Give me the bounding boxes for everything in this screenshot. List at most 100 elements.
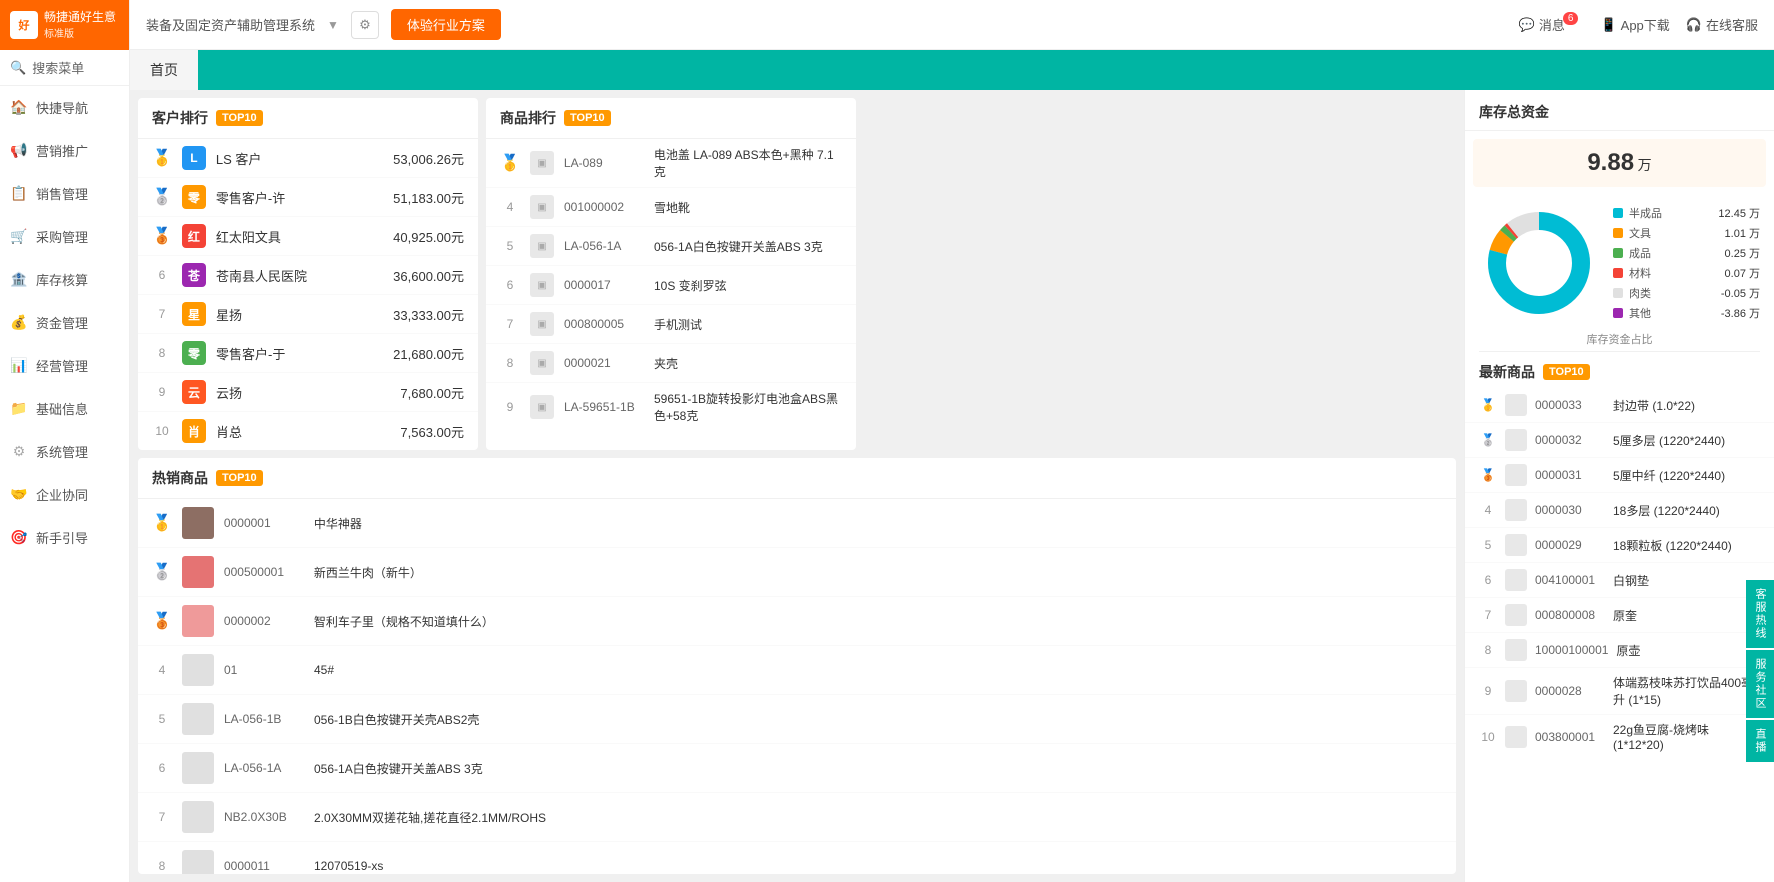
new-prod-row-4: 4 0000030 18多层 (1220*2440) [1465,493,1774,528]
prod-rank-row-6: 8 ▣ 0000021 夹壳 [486,344,856,383]
sidebar-item-shortcuts[interactable]: 🏠 快捷导航 [0,86,129,129]
customer-name-8: 肖总 [216,422,390,441]
customer-avatar-6: 零 [182,341,206,365]
settings-button[interactable]: ⚙ [351,11,379,39]
legend-name-5: 其他 [1629,305,1715,321]
customer-amount-5: 33,333.00元 [393,305,464,324]
inventory-total: 9.88 万 [1473,139,1766,187]
float-customer-service-btn[interactable]: 客服热线 [1746,580,1774,648]
sidebar-item-purchase[interactable]: 🛒 采购管理 [0,215,129,258]
hot-prod-row-3: 🥉 0000002 智利车子里（规格不知道填什么） [138,597,1456,646]
try-button[interactable]: 体验行业方案 [391,9,501,40]
customer-avatar-3: 红 [182,224,206,248]
new-prod-row-10: 10 003800001 22g鱼豆腐-烧烤味 (1*12*20) [1465,715,1774,758]
marketing-icon: 📢 [10,142,28,160]
inventory-legend: 半成品 12.45 万 文具 1.01 万 成品 0.25 万 [1613,203,1760,323]
float-community-btn[interactable]: 服务社区 [1746,650,1774,718]
sidebar-item-finance[interactable]: 💰 资金管理 [0,301,129,344]
hot-code-1: 0000001 [224,516,304,530]
hot-name-4: 45# [314,663,1442,677]
sidebar-item-marketing[interactable]: 📢 营销推广 [0,129,129,172]
new-name-8: 原壶 [1616,642,1760,659]
float-service: 客服热线 服务社区 直播 [1746,580,1774,762]
hot-prod-row-4: 4 01 45# [138,646,1456,695]
customer-amount-1: 53,006.26元 [393,149,464,168]
hot-prod-row-5: 5 LA-056-1B 056-1B白色按键开关壳ABS2壳 [138,695,1456,744]
new-name-4: 18多层 (1220*2440) [1613,502,1760,519]
hot-name-2: 新西兰牛肉（新牛） [314,564,1442,581]
app-download-button[interactable]: 📱 App下载 [1600,15,1669,34]
prod-name-3: 056-1A白色按键开关盖ABS 3克 [654,238,842,255]
sidebar-item-system[interactable]: ⚙ 系统管理 [0,430,129,473]
new-code-3: 0000031 [1535,468,1605,482]
prod-name-6: 夹壳 [654,355,842,372]
sidebar-item-operations[interactable]: 📊 经营管理 [0,344,129,387]
hot-products-badge: TOP10 [216,470,263,486]
newest-products-section: 最新商品 TOP10 🥇 0000033 封边带 (1.0*22) 🥈 0000… [1465,352,1774,882]
sidebar-item-newbie[interactable]: 🎯 新手引导 [0,516,129,559]
new-name-6: 白钢垫 [1613,572,1760,589]
prod-rank-num-5: 7 [500,317,520,331]
hot-thumb-5 [182,703,214,735]
sidebar-item-basic[interactable]: 📁 基础信息 [0,387,129,430]
sidebar-item-inventory[interactable]: 🏦 库存核算 [0,258,129,301]
legend-val-5: -3.86 万 [1721,305,1760,321]
new-rank-10: 10 [1479,730,1497,744]
inventory-donut-chart [1479,203,1599,323]
customer-ranking-table: 🥇 L LS 客户 53,006.26元 🥈 零 零售客户-许 51,183.0… [138,139,478,450]
online-service-button[interactable]: 🎧 在线客服 [1686,15,1758,34]
customer-rank-row-8: 10 肖 肖总 7,563.00元 [138,412,478,450]
prod-name-7: 59651-1B旋转投影灯电池盒ABS黑色+58克 [654,390,842,424]
legend-name-2: 成品 [1629,245,1719,261]
new-code-7: 000800008 [1535,608,1605,622]
legend-row-3: 材料 0.07 万 [1613,265,1760,281]
product-ranking-table: 🥇 ▣ LA-089 电池盖 LA-089 ABS本色+黑种 7.1克 4 ▣ … [486,139,856,431]
hot-prod-row-6: 6 LA-056-1A 056-1A白色按键开关盖ABS 3克 [138,744,1456,793]
legend-row-4: 肉类 -0.05 万 [1613,285,1760,301]
hot-code-2: 000500001 [224,565,304,579]
hot-products-list: 🥇 0000001 中华神器 🥈 000500001 新西兰牛肉（新牛） [138,499,1456,874]
inventory-header-label: 库存总资金 [1479,104,1549,120]
sidebar-item-sales[interactable]: 📋 销售管理 [0,172,129,215]
customer-amount-2: 51,183.00元 [393,188,464,207]
prod-code-2: 001000002 [564,200,644,214]
message-button[interactable]: 💬 消息 6 [1519,15,1585,34]
hot-code-6: LA-056-1A [224,761,304,775]
inventory-header: 库存总资金 [1465,90,1774,131]
finance-icon: 💰 [10,314,28,332]
hot-prod-row-8: 8 0000011 12070519-xs [138,842,1456,874]
new-prod-row-1: 🥇 0000033 封边带 (1.0*22) [1465,388,1774,423]
new-thumb-10 [1505,726,1527,748]
sidebar-label-inventory: 库存核算 [36,270,88,289]
customer-amount-6: 21,680.00元 [393,344,464,363]
new-name-2: 5厘多层 (1220*2440) [1613,432,1760,449]
hot-products-panel: 热销商品 TOP10 🥇 0000001 中华神器 🥈 [138,458,1456,874]
prod-thumb-7: ▣ [530,395,554,419]
collab-icon: 🤝 [10,486,28,504]
sidebar-item-collab[interactable]: 🤝 企业协同 [0,473,129,516]
hot-code-8: 0000011 [224,859,304,873]
customer-rank-row-4: 6 苍 苍南县人民医院 36,600.00元 [138,256,478,295]
new-name-5: 18颗粒板 (1220*2440) [1613,537,1760,554]
hot-name-1: 中华神器 [314,515,1442,532]
customer-amount-4: 36,600.00元 [393,266,464,285]
new-prod-row-2: 🥈 0000032 5厘多层 (1220*2440) [1465,423,1774,458]
float-live-btn[interactable]: 直播 [1746,720,1774,762]
hot-name-5: 056-1B白色按键开关壳ABS2壳 [314,711,1442,728]
search-menu[interactable]: 🔍 搜索菜单 [0,50,129,86]
sidebar-label-sales: 销售管理 [36,184,88,203]
dropdown-arrow-icon[interactable]: ▼ [327,18,339,32]
prod-rank-num-7: 9 [500,400,520,414]
tab-home[interactable]: 首页 [130,50,198,90]
legend-val-1: 1.01 万 [1725,225,1760,241]
home-icon: 🏠 [10,99,28,117]
prod-code-5: 000800005 [564,317,644,331]
logo-text: 畅捷通好生意 [44,10,116,26]
prod-code-4: 0000017 [564,278,644,292]
sidebar-label-marketing: 营销推广 [36,141,88,160]
sidebar: 好 畅捷通好生意 标准版 🔍 搜索菜单 🏠 快捷导航 📢 营销推广 📋 销售管理… [0,0,130,882]
app-download-label: App下载 [1621,15,1670,34]
new-code-8: 10000100001 [1535,643,1608,657]
sidebar-label-shortcuts: 快捷导航 [36,98,88,117]
sales-icon: 📋 [10,185,28,203]
